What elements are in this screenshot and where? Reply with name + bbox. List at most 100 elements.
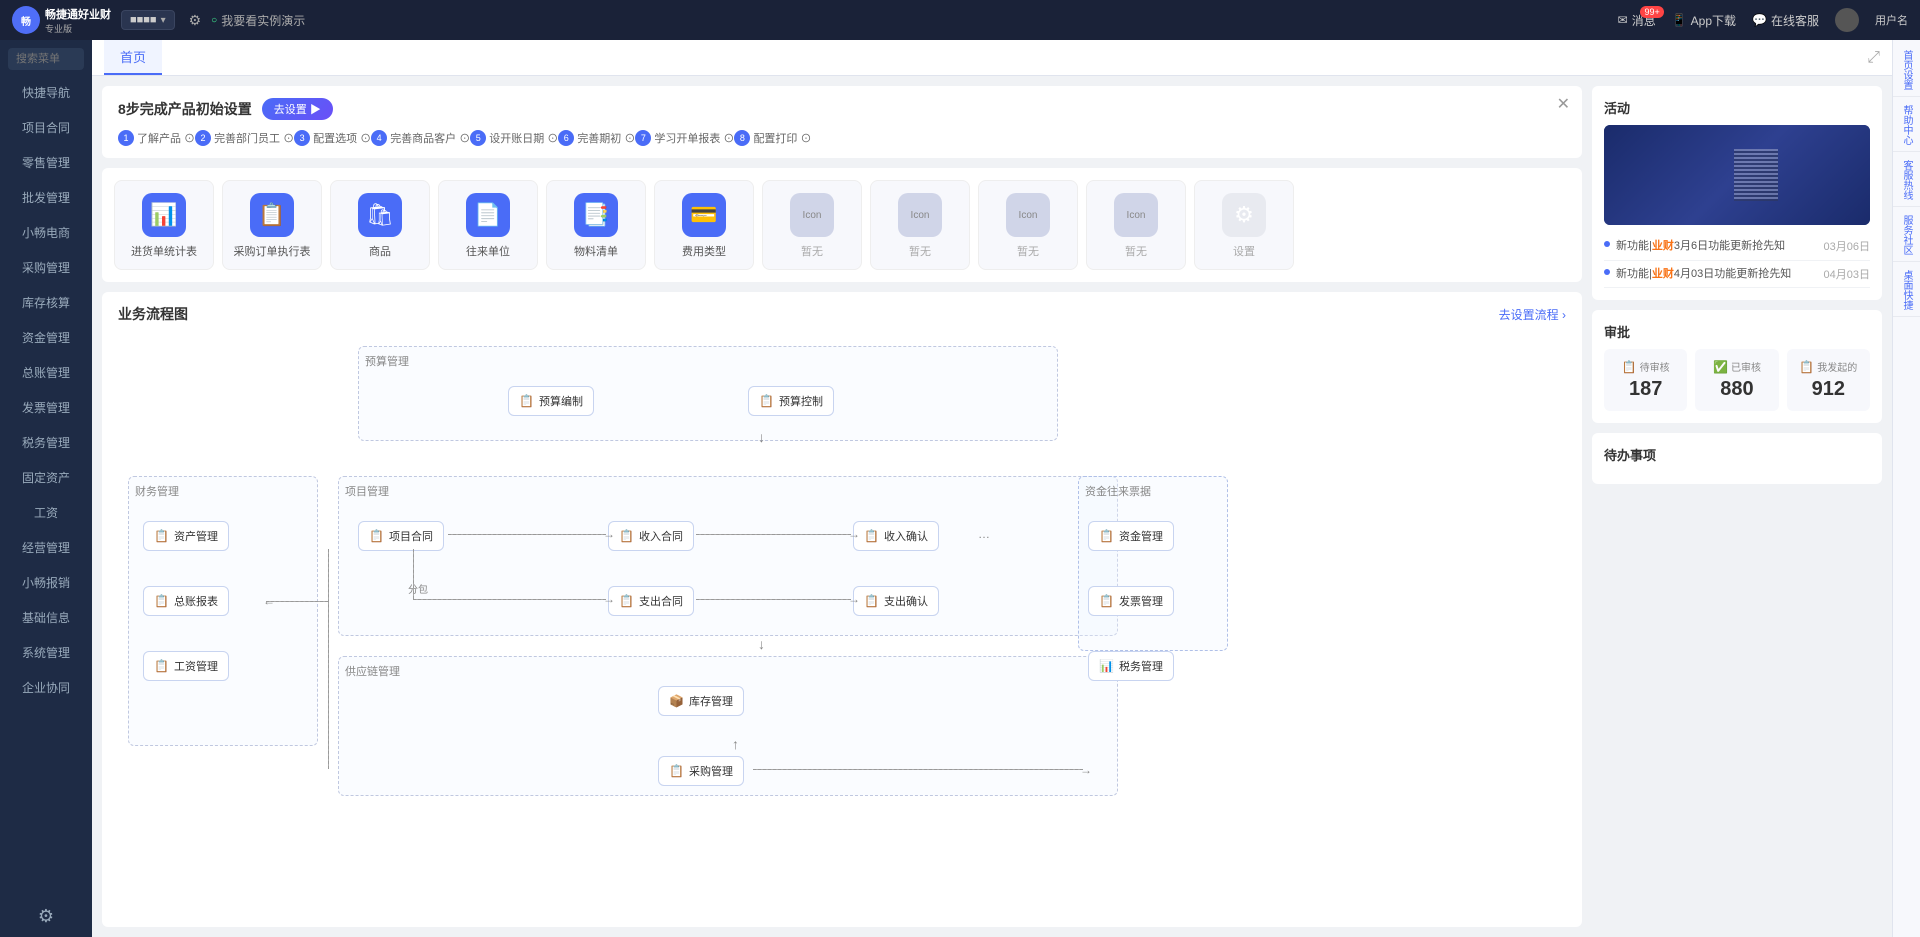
flow-node-asset[interactable]: 📋资产管理	[143, 521, 229, 551]
line-proj-v	[413, 549, 414, 599]
sidebar-item-15[interactable]: 基础信息	[18, 599, 74, 634]
line-inc-conf	[696, 534, 851, 535]
step-5: 6完善期初 ⊙	[558, 130, 635, 146]
page-content: ✕ 8步完成产品初始设置 去设置 ▶ 1了解产品 ⊙2完善部门员工 ⊙3配置选项…	[92, 76, 1892, 937]
setup-close-btn[interactable]: ✕	[1557, 94, 1570, 114]
rail-item-2[interactable]: 客服热线	[1893, 154, 1920, 207]
flow-node-project[interactable]: 📋项目合同	[358, 521, 444, 551]
sidebar-item-1[interactable]: 项目合同	[18, 109, 74, 144]
stat-box-approved[interactable]: ✅ 已审核880	[1695, 349, 1778, 411]
rail-item-4[interactable]: 桌面快捷	[1893, 264, 1920, 317]
flow-node-purchase[interactable]: 📋采购管理	[658, 756, 744, 786]
icon-label-10: 设置	[1233, 243, 1255, 259]
news-dot	[1604, 269, 1610, 275]
icon-card-5[interactable]: 💳费用类型	[654, 180, 754, 270]
icon-card-3[interactable]: 📄 往来单位	[438, 180, 538, 270]
sidebar-item-16[interactable]: 系统管理	[18, 634, 74, 669]
icon-box-6: Icon	[790, 193, 834, 237]
stat-box-pending[interactable]: 📋 待审核187	[1604, 349, 1687, 411]
arrow-right-1: →	[603, 527, 615, 541]
chevron-right-icon: ›	[65, 192, 68, 202]
flow-node-invoice[interactable]: 📋发票管理	[1088, 586, 1174, 616]
icon-card-4[interactable]: 📑物料清单	[546, 180, 646, 270]
flow-node-expense-confirm[interactable]: 📋支出确认	[853, 586, 939, 616]
flow-canvas: 预算管理 财务管理 项目管理 供应链管理	[118, 336, 1118, 756]
activity-title: 活动	[1604, 98, 1870, 117]
rail-item-1[interactable]: 帮助中心	[1893, 99, 1920, 152]
line-finance-v	[328, 549, 329, 769]
sidebar-item-0[interactable]: 快捷导航	[18, 74, 74, 109]
sidebar-item-9[interactable]: 发票管理	[18, 389, 74, 424]
message-btn[interactable]: ✉ 消息 99+	[1618, 12, 1656, 29]
sidebar-item-17[interactable]: 企业协同	[18, 669, 74, 704]
step-3: 4完善商品客户 ⊙	[371, 130, 470, 146]
sidebar-item-13[interactable]: 经营管理	[18, 529, 74, 564]
flow-node-budget-control[interactable]: 📋预算控制	[748, 386, 834, 416]
flow-node-income-confirm[interactable]: 📋收入确认	[853, 521, 939, 551]
icon-card-0[interactable]: 📊进货单统计表	[114, 180, 214, 270]
icon-box-9: Icon	[1114, 193, 1158, 237]
sidebar-settings-btn[interactable]: ⚙	[28, 896, 64, 937]
news-list: 新功能|业财3月6日功能更新抢先知03月06日新功能|业财4月03日功能更新抢先…	[1604, 233, 1870, 288]
flow-node-capital-mgmt[interactable]: 📋资金管理	[1088, 521, 1174, 551]
icon-box-7: Icon	[898, 193, 942, 237]
flow-node-expense-contract[interactable]: 📋支出合同	[608, 586, 694, 616]
flow-group-capital: 资金往来票据	[1078, 476, 1228, 651]
flow-node-income-contract[interactable]: 📋收入合同	[608, 521, 694, 551]
news-date-1: 04月03日	[1824, 266, 1870, 282]
rail-item-3[interactable]: 服务社区	[1893, 209, 1920, 262]
sidebar-item-10[interactable]: 税务管理	[18, 424, 74, 459]
sidebar-item-12[interactable]: 工资	[18, 494, 74, 529]
company-selector[interactable]: ■■■■ ▾	[121, 10, 175, 30]
sidebar-item-14[interactable]: 小畅报销	[18, 564, 74, 599]
online-service-btn[interactable]: 💬 在线客服	[1752, 12, 1819, 29]
icon-card-8[interactable]: Icon暂无	[978, 180, 1078, 270]
settings-icon[interactable]: ⚙	[189, 12, 202, 29]
stat-box-mine[interactable]: 📋 我发起的912	[1787, 349, 1870, 411]
flow-node-salary[interactable]: 📋工资管理	[143, 651, 229, 681]
flow-set-link[interactable]: 去设置流程 ›	[1499, 306, 1566, 323]
icon-label-3: 往来单位	[466, 243, 510, 259]
news-item-0[interactable]: 新功能|业财3月6日功能更新抢先知03月06日	[1604, 233, 1870, 261]
news-dot	[1604, 241, 1610, 247]
tab-expand-btn[interactable]: ⤢	[1867, 49, 1880, 67]
flow-node-budget-plan[interactable]: 📋预算编制	[508, 386, 594, 416]
flow-node-tax[interactable]: 📊税务管理	[1088, 651, 1174, 681]
sidebar-item-11[interactable]: 固定资产	[18, 459, 74, 494]
sidebar-item-3[interactable]: 批发管理›	[18, 179, 74, 214]
flow-node-inventory[interactable]: 📦库存管理	[658, 686, 744, 716]
sidebar-item-7[interactable]: 资金管理	[18, 319, 74, 354]
icon-card-1[interactable]: 📋采购订单执行表	[222, 180, 322, 270]
icon-box-0: 📊	[142, 193, 186, 237]
tab-home[interactable]: 首页	[104, 40, 162, 75]
sidebar-item-4[interactable]: 小畅电商	[18, 214, 74, 249]
sidebar-item-5[interactable]: 采购管理	[18, 249, 74, 284]
approval-title: 审批	[1604, 322, 1870, 341]
arrow-right-4: →	[603, 592, 615, 606]
demo-link[interactable]: 我要看实例演示	[211, 12, 305, 29]
icon-card-10[interactable]: ⚙设置	[1194, 180, 1294, 270]
sidebar-item-6[interactable]: 库存核算	[18, 284, 74, 319]
sidebar-item-8[interactable]: 总账管理	[18, 354, 74, 389]
activity-banner: 畅捷通 享社群专属权益 官方会员服务群 7×15h深圳同问问题答疑社群专享专属优…	[1604, 125, 1870, 225]
icon-card-9[interactable]: Icon 暂无	[1086, 180, 1186, 270]
step-0: 1了解产品 ⊙	[118, 130, 195, 146]
icon-label-9: 暂无	[1125, 243, 1147, 259]
setup-steps: 1了解产品 ⊙2完善部门员工 ⊙3配置选项 ⊙4完善商品客户 ⊙5设开账日期 ⊙…	[118, 130, 1566, 146]
icon-card-7[interactable]: Icon暂无	[870, 180, 970, 270]
arrow-up-1: ↑	[732, 736, 739, 752]
user-avatar[interactable]	[1835, 8, 1859, 32]
icon-box-3: 📄	[466, 193, 510, 237]
news-date-0: 03月06日	[1824, 238, 1870, 254]
sidebar-item-2[interactable]: 零售管理›	[18, 144, 74, 179]
label-subcontract: 分包	[408, 581, 428, 596]
news-item-1[interactable]: 新功能|业财4月03日功能更新抢先知04月03日	[1604, 261, 1870, 289]
go-settings-btn[interactable]: 去设置 ▶	[262, 98, 333, 120]
icon-card-2[interactable]: 🛍商品	[330, 180, 430, 270]
icon-card-6[interactable]: Icon暂无	[762, 180, 862, 270]
rail-item-0[interactable]: 首页设置	[1893, 44, 1920, 97]
step-4: 5设开账日期 ⊙	[470, 130, 558, 146]
app-download-btn[interactable]: 📱 App下载	[1672, 12, 1736, 29]
search-input[interactable]	[8, 48, 84, 70]
flow-node-ledger[interactable]: 📋总账报表	[143, 586, 229, 616]
